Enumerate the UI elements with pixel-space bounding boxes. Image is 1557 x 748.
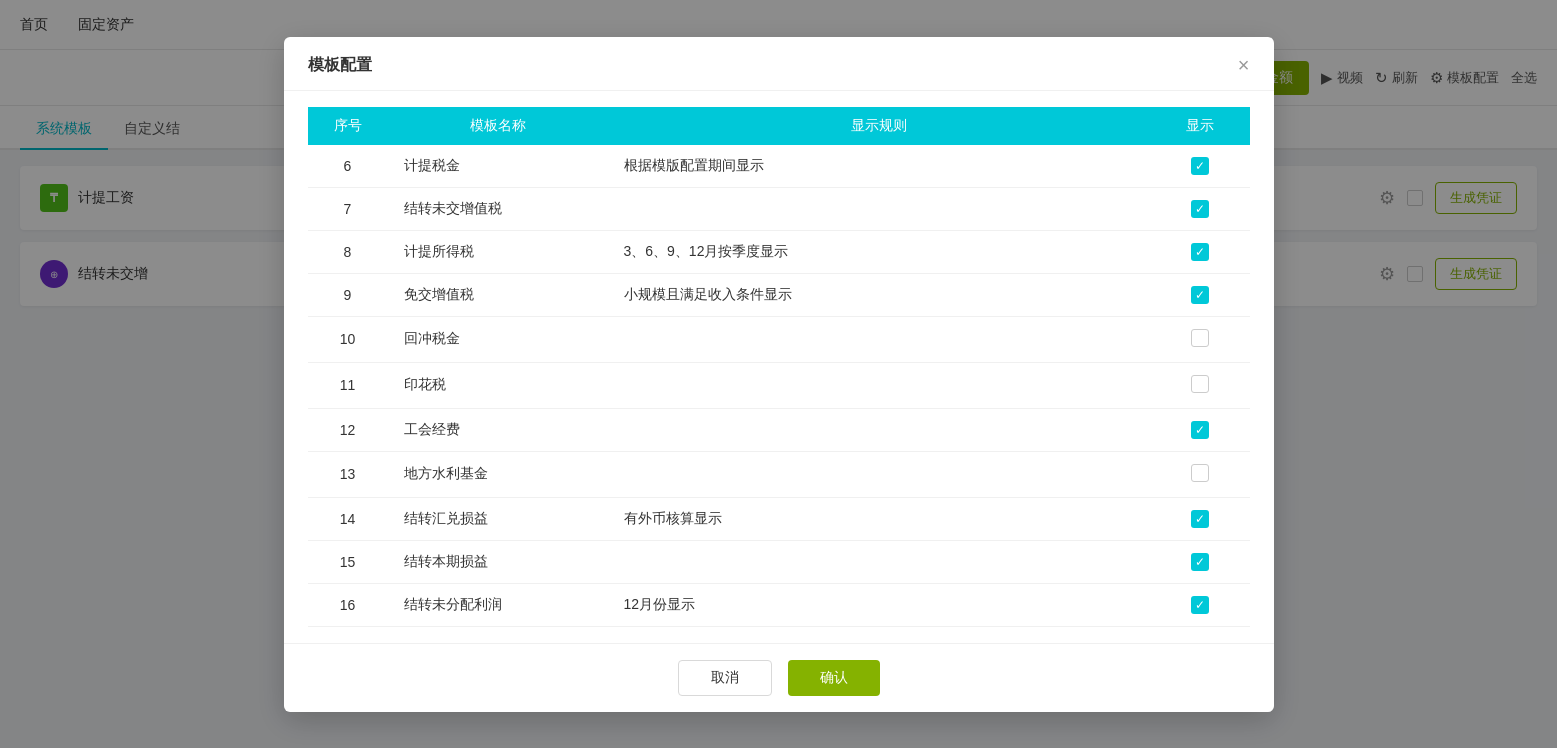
cell-name: 结转未分配利润	[388, 583, 608, 626]
table-row: 7结转未交增值税 ✓	[308, 187, 1250, 230]
table-row: 16结转未分配利润12月份显示 ✓	[308, 583, 1250, 626]
checkbox-row-13[interactable]	[1191, 464, 1209, 482]
close-icon[interactable]: ×	[1238, 55, 1250, 75]
table-row: 13地方水利基金	[308, 451, 1250, 497]
cell-id: 15	[308, 540, 388, 583]
cell-id: 16	[308, 583, 388, 626]
col-header-rule: 显示规则	[608, 107, 1150, 145]
dialog-template-config: 模板配置 × 序号 模板名称 显示规则 显示 6计提税金根据模版配置期间显示✓7…	[284, 37, 1274, 712]
cancel-button[interactable]: 取消	[678, 660, 772, 696]
cell-rule	[608, 316, 1150, 362]
cell-id: 10	[308, 316, 388, 362]
table-row: 10回冲税金	[308, 316, 1250, 362]
cell-checkbox[interactable]	[1150, 362, 1250, 408]
cell-rule	[608, 187, 1150, 230]
dialog-footer: 取消 确认	[284, 643, 1274, 712]
cell-id: 13	[308, 451, 388, 497]
checkbox-row-12[interactable]: ✓	[1191, 421, 1209, 439]
cell-rule	[608, 408, 1150, 451]
col-header-show: 显示	[1150, 107, 1250, 145]
cell-name: 计提所得税	[388, 230, 608, 273]
cell-id: 7	[308, 187, 388, 230]
cell-name: 地方水利基金	[388, 451, 608, 497]
cell-name: 免交增值税	[388, 273, 608, 316]
cell-id: 8	[308, 230, 388, 273]
cell-id: 9	[308, 273, 388, 316]
cell-name: 计提税金	[388, 145, 608, 188]
dialog-header: 模板配置 ×	[284, 37, 1274, 91]
cell-name: 结转汇兑损益	[388, 497, 608, 540]
cell-rule: 有外币核算显示	[608, 497, 1150, 540]
table-row: 15结转本期损益 ✓	[308, 540, 1250, 583]
checkbox-row-15[interactable]: ✓	[1191, 553, 1209, 571]
cell-name: 回冲税金	[388, 316, 608, 362]
config-table: 序号 模板名称 显示规则 显示 6计提税金根据模版配置期间显示✓7结转未交增值税…	[308, 107, 1250, 627]
dialog-body: 序号 模板名称 显示规则 显示 6计提税金根据模版配置期间显示✓7结转未交增值税…	[284, 91, 1274, 643]
table-row: 11印花税	[308, 362, 1250, 408]
checkbox-row-8[interactable]: ✓	[1191, 243, 1209, 261]
cell-checkbox[interactable]: ✓	[1150, 187, 1250, 230]
cell-rule	[608, 540, 1150, 583]
checkbox-row-6[interactable]: ✓	[1191, 157, 1209, 175]
col-header-name: 模板名称	[388, 107, 608, 145]
cell-name: 结转未交增值税	[388, 187, 608, 230]
cell-name: 印花税	[388, 362, 608, 408]
cell-rule	[608, 362, 1150, 408]
table-body: 6计提税金根据模版配置期间显示✓7结转未交增值税✓8计提所得税3、6、9、12月…	[308, 145, 1250, 627]
cell-id: 6	[308, 145, 388, 188]
cell-checkbox[interactable]: ✓	[1150, 408, 1250, 451]
cell-name: 结转本期损益	[388, 540, 608, 583]
table-head: 序号 模板名称 显示规则 显示	[308, 107, 1250, 145]
dialog-title: 模板配置	[308, 55, 372, 76]
checkbox-row-16[interactable]: ✓	[1191, 596, 1209, 614]
checkbox-row-9[interactable]: ✓	[1191, 286, 1209, 304]
cell-checkbox[interactable]	[1150, 316, 1250, 362]
col-header-id: 序号	[308, 107, 388, 145]
cell-checkbox[interactable]: ✓	[1150, 540, 1250, 583]
modal-overlay: 模板配置 × 序号 模板名称 显示规则 显示 6计提税金根据模版配置期间显示✓7…	[0, 0, 1557, 748]
cell-rule: 3、6、9、12月按季度显示	[608, 230, 1150, 273]
cell-checkbox[interactable]: ✓	[1150, 273, 1250, 316]
cell-rule: 12月份显示	[608, 583, 1150, 626]
cell-name: 工会经费	[388, 408, 608, 451]
cell-checkbox[interactable]: ✓	[1150, 583, 1250, 626]
table-row: 8计提所得税3、6、9、12月按季度显示 ✓	[308, 230, 1250, 273]
table-row: 12工会经费 ✓	[308, 408, 1250, 451]
confirm-button[interactable]: 确认	[788, 660, 880, 696]
cell-rule	[608, 451, 1150, 497]
cell-rule: 小规模且满足收入条件显示	[608, 273, 1150, 316]
cell-id: 12	[308, 408, 388, 451]
checkbox-row-10[interactable]	[1191, 329, 1209, 347]
cell-checkbox[interactable]: ✓	[1150, 230, 1250, 273]
checkbox-row-14[interactable]: ✓	[1191, 510, 1209, 528]
cell-checkbox[interactable]	[1150, 451, 1250, 497]
table-row: 9免交增值税小规模且满足收入条件显示 ✓	[308, 273, 1250, 316]
cell-checkbox[interactable]: ✓	[1150, 145, 1250, 188]
cell-id: 14	[308, 497, 388, 540]
table-row: 14结转汇兑损益有外币核算显示 ✓	[308, 497, 1250, 540]
table-row: 6计提税金根据模版配置期间显示 ✓	[308, 145, 1250, 188]
cell-checkbox[interactable]: ✓	[1150, 497, 1250, 540]
checkbox-row-7[interactable]: ✓	[1191, 200, 1209, 218]
cell-rule: 根据模版配置期间显示	[608, 145, 1150, 188]
cell-id: 11	[308, 362, 388, 408]
checkbox-row-11[interactable]	[1191, 375, 1209, 393]
